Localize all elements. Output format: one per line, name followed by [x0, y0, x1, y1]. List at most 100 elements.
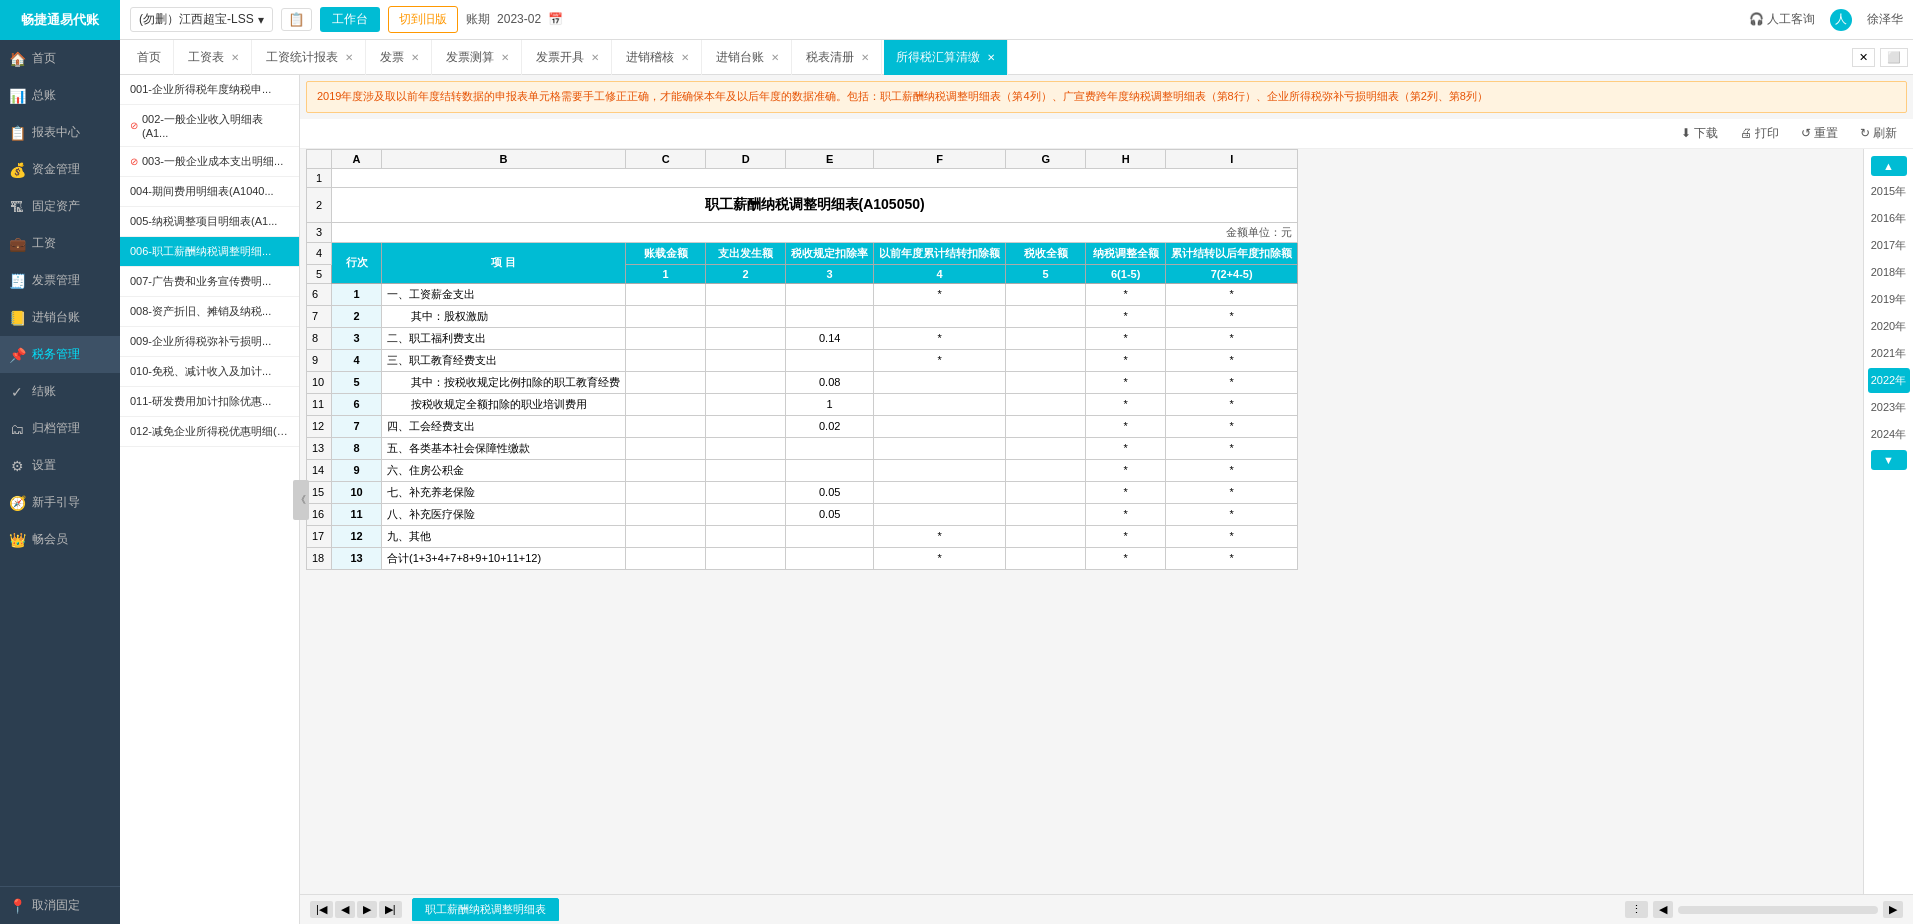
scroll-h-left[interactable]: ◀ [1653, 901, 1673, 918]
file-item-002[interactable]: ⊘ 002-一般企业收入明细表(A1... [120, 105, 299, 147]
year-2021[interactable]: 2021年 [1868, 341, 1910, 366]
notice-bar: 2019年度涉及取以前年度结转数据的申报表单元格需要手工修正正确，才能确保本年及… [306, 81, 1907, 113]
file-item-007[interactable]: 007-广告费和业务宣传费明... [120, 267, 299, 297]
sidebar-bottom: 📍 取消固定 [0, 886, 120, 924]
unpin-button[interactable]: 📍 取消固定 [0, 887, 120, 924]
file-label-009: 009-企业所得税弥补亏损明... [130, 334, 271, 349]
sub-header-5: 5 [1006, 264, 1086, 283]
switch-button[interactable]: 切到旧版 [388, 6, 458, 33]
pin-icon: 📍 [8, 898, 26, 914]
user-avatar: 人 [1830, 9, 1852, 31]
year-2018[interactable]: 2018年 [1868, 260, 1910, 285]
tab-invoice-open[interactable]: 发票开具 ✕ [524, 40, 612, 75]
file-item-011[interactable]: 011-研发费用加计扣除优惠... [120, 387, 299, 417]
year-2015[interactable]: 2015年 [1868, 179, 1910, 204]
year-2024[interactable]: 2024年 [1868, 422, 1910, 447]
copy-button[interactable]: 📋 [281, 8, 312, 31]
sidebar-item-salary[interactable]: 💼 工资 [0, 225, 120, 262]
tab-income-tax[interactable]: 所得税汇算清缴 ✕ [884, 40, 1008, 75]
year-2022[interactable]: 2022年 [1868, 368, 1910, 393]
tab-invoice-calc[interactable]: 发票测算 ✕ [434, 40, 522, 75]
file-item-005[interactable]: 005-纳税调整项目明细表(A1... [120, 207, 299, 237]
file-label-003: 003-一般企业成本支出明细... [142, 154, 283, 169]
tab-ledger-close[interactable]: ✕ [771, 52, 779, 63]
col-header-col6: 以前年度累计结转扣除额 [874, 242, 1006, 264]
sidebar-item-close[interactable]: ✓ 结账 [0, 373, 120, 410]
table-year-area: A B C D E F G H I [300, 149, 1913, 894]
scroll-left-start[interactable]: |◀ [310, 901, 333, 918]
tab-salary-stats[interactable]: 工资统计报表 ✕ [254, 40, 366, 75]
file-item-004[interactable]: 004-期间费用明细表(A1040... [120, 177, 299, 207]
sheet-tab-main[interactable]: 职工薪酬纳税调整明细表 [412, 898, 559, 921]
horizontal-scrollbar[interactable] [1678, 906, 1878, 914]
year-2017[interactable]: 2017年 [1868, 233, 1910, 258]
close-icon: ✓ [8, 384, 26, 400]
tab-tax-list[interactable]: 税表清册 ✕ [794, 40, 882, 75]
sidebar-item-home[interactable]: 🏠 首页 [0, 40, 120, 77]
scroll-h-right[interactable]: ▶ [1883, 901, 1903, 918]
tab-invoice-close[interactable]: ✕ [411, 52, 419, 63]
sidebar-item-settings[interactable]: ⚙ 设置 [0, 447, 120, 484]
tab-salary-stats-close[interactable]: ✕ [345, 52, 353, 63]
refresh-icon: ↻ [1860, 126, 1870, 140]
support-link[interactable]: 🎧 人工客询 [1749, 11, 1815, 28]
year-up-button[interactable]: ▲ [1871, 156, 1907, 176]
collapse-panel-button[interactable]: 《 [293, 480, 309, 520]
year-2020[interactable]: 2020年 [1868, 314, 1910, 339]
sidebar-item-tax[interactable]: 📌 税务管理 [0, 336, 120, 373]
tab-check-close[interactable]: ✕ [681, 52, 689, 63]
year-down-button[interactable]: ▼ [1871, 450, 1907, 470]
scroll-right-end[interactable]: ▶| [379, 901, 402, 918]
sidebar-item-vip[interactable]: 👑 畅会员 [0, 521, 120, 558]
sub-header-4: 4 [874, 264, 1006, 283]
col-header-item: 项 目 [382, 242, 626, 283]
close-tab-btn[interactable]: ✕ [1852, 48, 1875, 67]
file-item-006[interactable]: 006-职工薪酬纳税调整明细... [120, 237, 299, 267]
company-selector[interactable]: (勿删）江西超宝-LSS ▾ [130, 7, 273, 32]
tab-invoice-open-close[interactable]: ✕ [591, 52, 599, 63]
year-2019[interactable]: 2019年 [1868, 287, 1910, 312]
topbar-left: (勿删）江西超宝-LSS ▾ 📋 工作台 切到旧版 账期 2023-02 📅 [130, 6, 563, 33]
download-button[interactable]: ⬇ 下载 [1675, 123, 1724, 144]
tab-ledger[interactable]: 进销台账 ✕ [704, 40, 792, 75]
table-row: 1 [307, 168, 1298, 187]
sheet-menu-button[interactable]: ⋮ [1625, 901, 1648, 918]
tab-invoice[interactable]: 发票 ✕ [368, 40, 432, 75]
scroll-right[interactable]: ▶ [357, 901, 377, 918]
tab-income-tax-close[interactable]: ✕ [987, 52, 995, 63]
file-item-009[interactable]: 009-企业所得税弥补亏损明... [120, 327, 299, 357]
refresh-button[interactable]: ↻ 刷新 [1854, 123, 1903, 144]
file-item-012[interactable]: 012-减免企业所得税优惠明细(… [120, 417, 299, 447]
table-container[interactable]: A B C D E F G H I [300, 149, 1863, 894]
print-button[interactable]: 🖨 打印 [1734, 123, 1785, 144]
vip-icon: 👑 [8, 532, 26, 548]
tab-salary-close[interactable]: ✕ [231, 52, 239, 63]
tab-tax-list-close[interactable]: ✕ [861, 52, 869, 63]
sidebar-item-guide[interactable]: 🧭 新手引导 [0, 484, 120, 521]
sidebar-item-ledger[interactable]: 📊 总账 [0, 77, 120, 114]
reset-button[interactable]: ↺ 重置 [1795, 123, 1844, 144]
year-2016[interactable]: 2016年 [1868, 206, 1910, 231]
tab-salary[interactable]: 工资表 ✕ [176, 40, 252, 75]
maximize-btn[interactable]: ⬜ [1880, 48, 1908, 67]
file-item-010[interactable]: 010-免税、减计收入及加计... [120, 357, 299, 387]
tab-home[interactable]: 首页 [125, 40, 174, 75]
workspace-button[interactable]: 工作台 [320, 7, 380, 32]
tab-check[interactable]: 进销稽核 ✕ [614, 40, 702, 75]
sidebar-item-funds[interactable]: 💰 资金管理 [0, 151, 120, 188]
file-item-001[interactable]: 001-企业所得税年度纳税申... [120, 75, 299, 105]
sidebar-item-purchase-sales[interactable]: 📒 进销台账 [0, 299, 120, 336]
table-row: 9 4 三、职工教育经费支出 * * * [307, 349, 1298, 371]
sidebar-item-assets[interactable]: 🏗 固定资产 [0, 188, 120, 225]
file-item-008[interactable]: 008-资产折旧、摊销及纳税... [120, 297, 299, 327]
bottom-right-controls: ⋮ ◀ ▶ [1625, 901, 1903, 918]
tab-invoice-calc-close[interactable]: ✕ [501, 52, 509, 63]
sidebar-item-reports[interactable]: 📋 报表中心 [0, 114, 120, 151]
sidebar-item-invoice[interactable]: 🧾 发票管理 [0, 262, 120, 299]
col-header-col7: 税收全额 [1006, 242, 1086, 264]
calendar-icon[interactable]: 📅 [548, 12, 563, 26]
file-item-003[interactable]: ⊘ 003-一般企业成本支出明细... [120, 147, 299, 177]
year-2023[interactable]: 2023年 [1868, 395, 1910, 420]
sidebar-item-archive[interactable]: 🗂 归档管理 [0, 410, 120, 447]
scroll-left[interactable]: ◀ [335, 901, 355, 918]
